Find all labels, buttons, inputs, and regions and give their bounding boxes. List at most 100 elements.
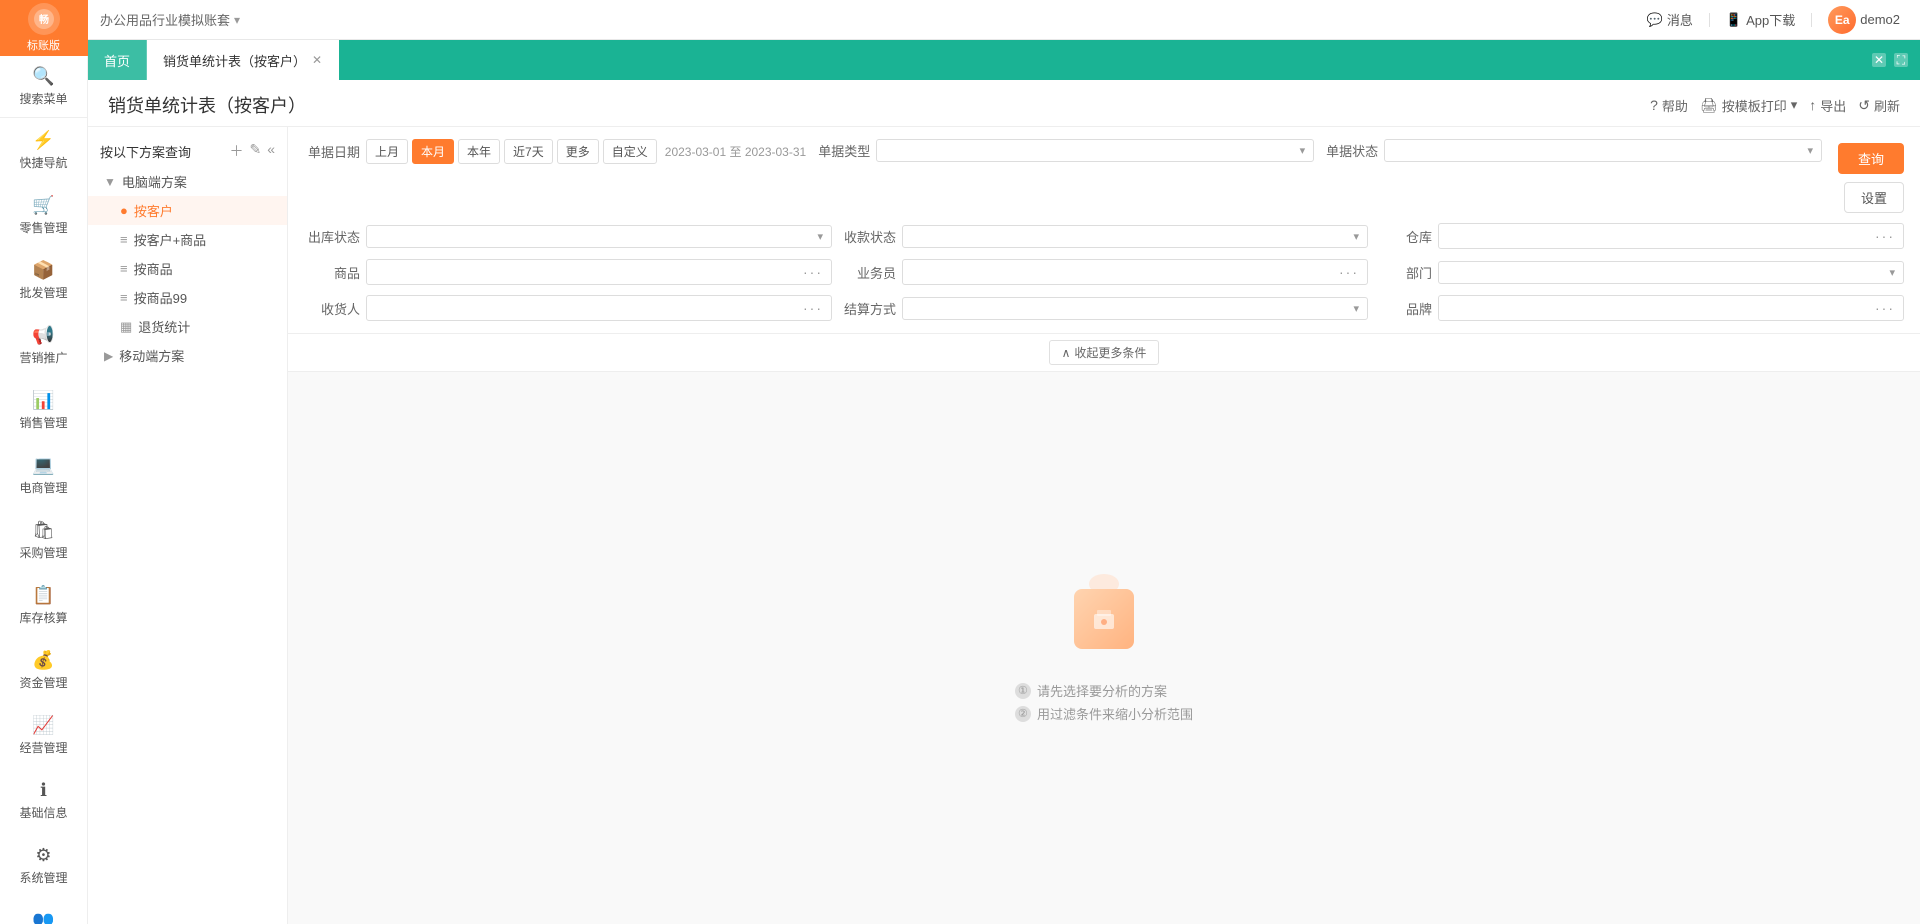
logo[interactable]: 畅 标账版 [0,0,88,56]
sidebar-item-inventory[interactable]: 📋 库存核算 [0,573,87,638]
doctype-arrow-icon: ▾ [1300,144,1306,157]
sidebar-item-inventory-label: 库存核算 [19,609,67,626]
salesperson-select[interactable]: ··· [902,259,1368,285]
dept-select[interactable]: ▾ [1438,261,1904,284]
receiptstatus-select[interactable]: ▾ [902,225,1368,248]
window-maximize-button[interactable]: ⛶ [1894,53,1908,67]
date-btn-custom[interactable]: 自定义 [603,139,657,164]
date-btn-thismonth[interactable]: 本月 [412,139,454,164]
date-filter-group: 单据日期 上月 本月 本年 近7天 更多 自定义 2023-03-01 至 20… [304,139,806,164]
warehouse-select[interactable]: ··· [1438,223,1904,249]
logo-text: 标账版 [27,37,60,53]
tree-child-bygoods99[interactable]: ≡ 按商品99 [88,283,287,312]
sidebar-item-sales[interactable]: 📊 销售管理 [0,378,87,443]
sidebar-item-wholesale[interactable]: 📦 批发管理 [0,248,87,313]
tree-group-desktop[interactable]: ▼ 电脑端方案 [88,167,287,196]
sidebar-item-purchase[interactable]: 🛍 采购管理 [0,508,87,573]
docstatus-select[interactable]: ▾ [1384,139,1822,162]
sidebar-item-search-label: 搜索菜单 [19,90,67,107]
left-panel: 按以下方案查询 ＋ ✎ « ▼ 电脑端方案 ● 按客户 ≡ 按客户+商品 [88,127,288,924]
tree-expand-icon: ▼ [104,175,116,189]
sidebar-nav: 🔍 搜索菜单 ⚡ 快捷导航 🛒 零售管理 📦 批发管理 📢 营销推广 📊 销售管… [0,56,87,924]
sidebar-item-marketing[interactable]: 📢 营销推广 [0,313,87,378]
message-nav-item[interactable]: 💬 消息 [1647,10,1693,29]
wholesale-icon: 📦 [32,260,54,281]
tree-child-bykeyword[interactable]: ● 按客户 [88,196,287,225]
app-download-nav-item[interactable]: 📱 App下载 [1726,10,1795,29]
header-actions: ? 帮助 🖨 按模板打印 ▾ ↑ 导出 ↺ 刷新 [1650,96,1900,115]
outstatus-select[interactable]: ▾ [366,225,832,248]
page-header: 销货单统计表（按客户） ? 帮助 🖨 按模板打印 ▾ ↑ 导出 ↺ 刷新 [88,80,1920,127]
filter-area: 单据日期 上月 本月 本年 近7天 更多 自定义 2023-03-01 至 20… [288,127,1920,334]
tree-group-desktop-label: 电脑端方案 [122,172,187,191]
topbar-dropdown-icon[interactable]: ▾ [234,13,240,27]
edit-scheme-button[interactable]: ✎ [249,141,261,161]
sidebar: 畅 标账版 🔍 搜索菜单 ⚡ 快捷导航 🛒 零售管理 📦 批发管理 📢 营销推广… [0,0,88,924]
sidebar-item-retail[interactable]: 🛒 零售管理 [0,183,87,248]
doctype-filter-label: 单据类型 [814,141,870,160]
inventory-icon: 📋 [32,585,54,606]
date-range-display: 2023-03-01 至 2023-03-31 [665,143,806,160]
sidebar-item-basicinfo-label: 基础信息 [19,804,67,821]
receiver-select[interactable]: ··· [366,295,832,321]
brand-select[interactable]: ··· [1438,295,1904,321]
sidebar-item-finance[interactable]: 💰 资金管理 [0,638,87,703]
quicknav-icon: ⚡ [32,130,54,151]
empty-text: ① 请先选择要分析的方案 ② 用过滤条件来缩小分析范围 [1015,681,1193,727]
sidebar-item-search[interactable]: 🔍 搜索菜单 [0,56,87,118]
export-button[interactable]: ↑ 导出 [1809,96,1846,115]
marketing-icon: 📢 [32,325,54,346]
date-btn-thisyear[interactable]: 本年 [458,139,500,164]
date-btn-7days[interactable]: 近7天 [504,139,553,164]
refresh-icon: ↺ [1858,97,1870,114]
sidebar-item-sales-label: 销售管理 [19,414,67,431]
tree-group-mobile-label: 移动端方案 [119,346,184,365]
doctype-select[interactable]: ▾ [876,139,1314,162]
user-nav-item[interactable]: Ea demo2 [1828,6,1900,34]
settlement-filter-label: 结算方式 [840,299,896,318]
query-button[interactable]: 查询 [1838,143,1904,174]
setting-button[interactable]: 设置 [1844,182,1904,213]
tree-child-bygoods[interactable]: ≡ 按商品 [88,254,287,283]
top-right: 💬 消息 📱 App下载 Ea demo2 [1647,6,1908,34]
logo-icon: 畅 [28,3,60,35]
settlement-select[interactable]: ▾ [902,297,1368,320]
filter-row4: 收货人 ··· 结算方式 ▾ 品牌 [304,295,1904,321]
help-button[interactable]: ? 帮助 [1650,96,1688,115]
collapse-up-icon: ∧ [1062,346,1071,360]
tabbar-spacer [339,40,1860,80]
window-controls: ✕ ⛶ [1860,40,1920,80]
sidebar-item-quicknav[interactable]: ⚡ 快捷导航 [0,118,87,183]
sidebar-item-operations[interactable]: 📈 经营管理 [0,703,87,768]
sidebar-item-retail-label: 零售管理 [19,219,67,236]
tree-child-bycustomer-goods[interactable]: ≡ 按客户+商品 [88,225,287,254]
date-btn-more[interactable]: 更多 [557,139,599,164]
print-dropdown-icon: ▾ [1791,97,1798,113]
sidebar-item-system[interactable]: ⚙ 系统管理 [0,833,87,898]
sidebar-item-ecommerce-label: 电商管理 [19,479,67,496]
tab-sales-report[interactable]: 销货单统计表（按客户） ✕ [147,40,339,80]
help-icon: ? [1650,97,1658,113]
sidebar-item-basicinfo[interactable]: ℹ 基础信息 [0,768,87,833]
tab-home[interactable]: 首页 [88,40,147,80]
tree-child-bycustomer-goods-label: 按客户+商品 [134,230,207,249]
tree-child-bygoods99-label: 按商品99 [134,288,187,307]
tab-close-icon[interactable]: ✕ [312,53,322,67]
print-button[interactable]: 🖨 按模板打印 ▾ [1700,96,1797,115]
collapse-button[interactable]: ∧ 收起更多条件 [1049,340,1160,365]
collapse-panel-button[interactable]: « [267,141,275,161]
tree-child-return[interactable]: ▦ 退货统计 [88,312,287,341]
print-label: 按模板打印 [1722,96,1787,115]
sidebar-item-enterprise[interactable]: 👥 企业协同 [0,898,87,924]
refresh-button[interactable]: ↺ 刷新 [1858,96,1900,115]
empty-state: ① 请先选择要分析的方案 ② 用过滤条件来缩小分析范围 [288,372,1920,924]
sidebar-item-ecommerce[interactable]: 💻 电商管理 [0,443,87,508]
add-scheme-button[interactable]: ＋ [229,141,243,161]
goods-select[interactable]: ··· [366,259,832,285]
window-close-button[interactable]: ✕ [1872,53,1886,67]
date-btn-lastmonth[interactable]: 上月 [366,139,408,164]
tree-expand-icon2: ▶ [104,349,113,363]
tabbar: 首页 销货单统计表（按客户） ✕ ✕ ⛶ [88,40,1920,80]
sidebar-item-system-label: 系统管理 [19,869,67,886]
tree-group-mobile[interactable]: ▶ 移动端方案 [88,341,287,370]
